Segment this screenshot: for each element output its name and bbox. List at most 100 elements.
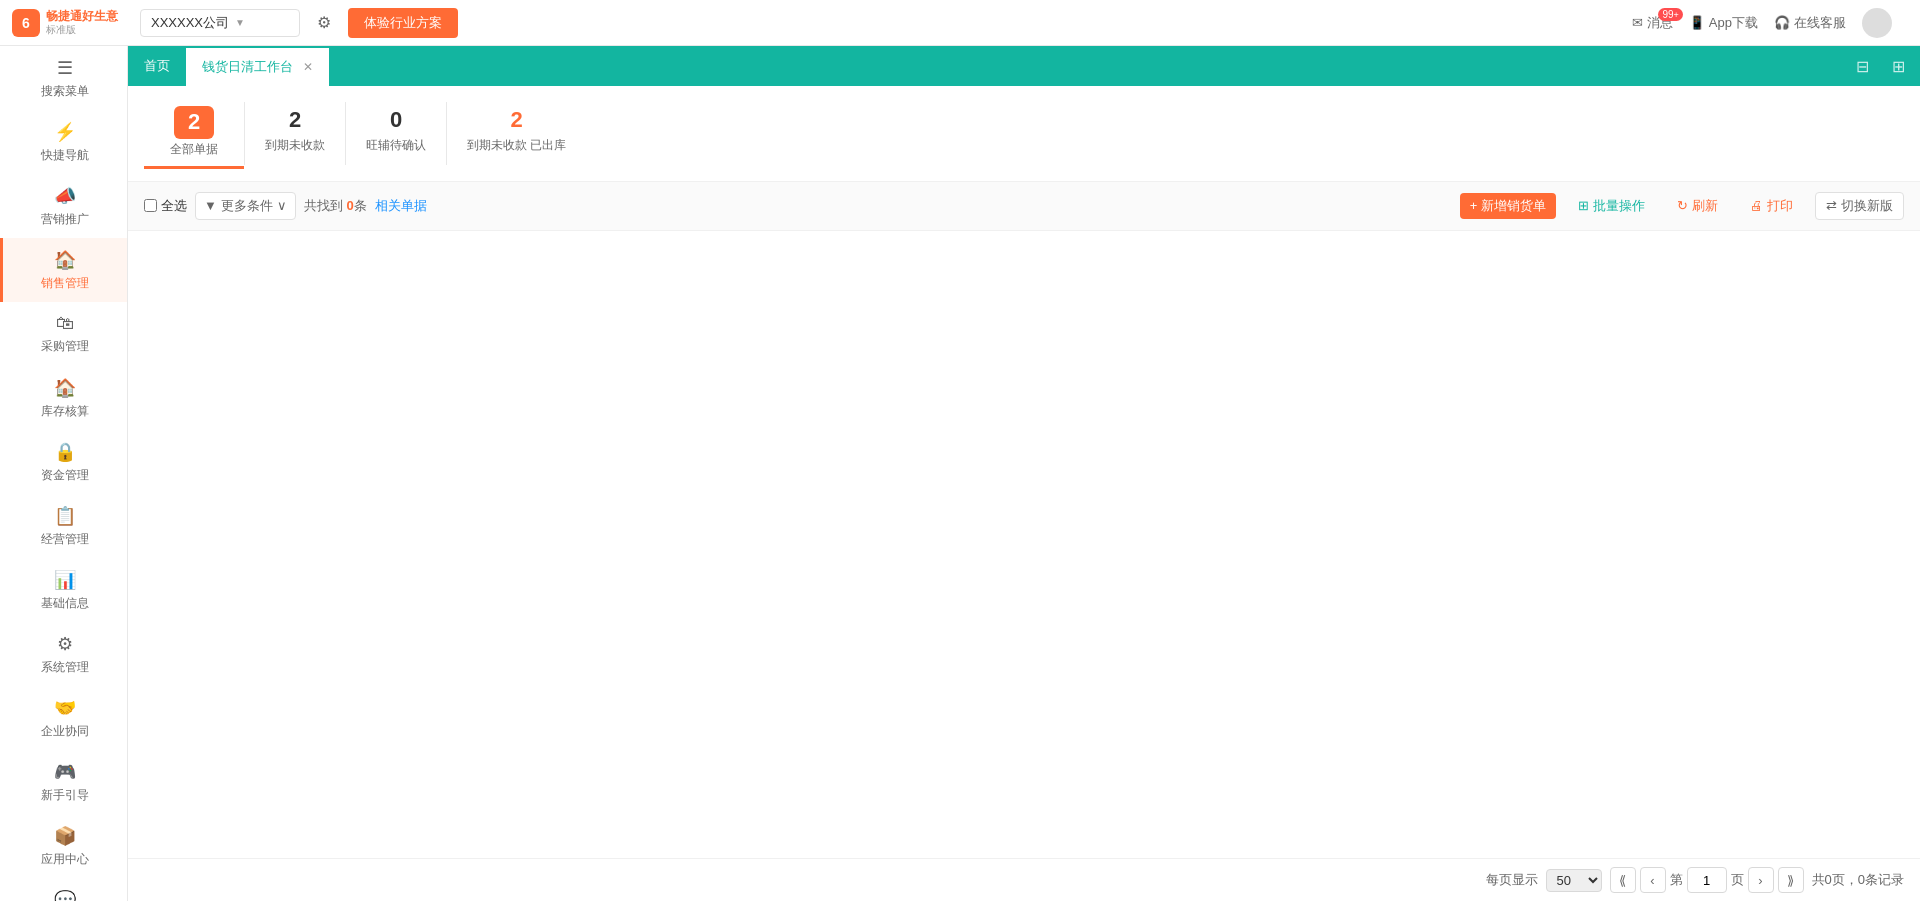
sidebar-item-search-menu[interactable]: ☰ 搜索菜单 <box>0 46 127 110</box>
batch-operation-button[interactable]: ⊞ 批量操作 <box>1568 193 1655 219</box>
sidebar-item-basic-info[interactable]: 📊 基础信息 <box>0 558 127 622</box>
tab-maximize-button[interactable]: ⊞ <box>1884 52 1912 80</box>
search-menu-icon: ☰ <box>57 57 73 79</box>
sidebar-item-sales[interactable]: 🏠 销售管理 <box>0 238 127 302</box>
found-num: 0 <box>347 198 354 213</box>
company-name: XXXXXX公司 <box>151 14 229 32</box>
page-input[interactable] <box>1687 867 1727 893</box>
sidebar-item-quick-nav[interactable]: ⚡ 快捷导航 <box>0 110 127 174</box>
sidebar-item-cooperation[interactable]: 🤝 企业协同 <box>0 686 127 750</box>
stat-num-wangfu: 0 <box>390 106 402 135</box>
last-page-button[interactable]: ⟫ <box>1778 867 1804 893</box>
related-orders-link[interactable]: 相关单据 <box>375 197 427 215</box>
stat-tab-wangfu[interactable]: 0 旺辅待确认 <box>346 98 446 169</box>
total-info: 共0页，0条记录 <box>1812 871 1904 889</box>
tab-bar-controls: ⊟ ⊞ <box>1848 52 1920 80</box>
cooperation-icon: 🤝 <box>54 697 76 719</box>
per-page-label: 每页显示 <box>1486 871 1538 889</box>
app-logo-icon: 6 <box>12 9 40 37</box>
sidebar-item-guide[interactable]: 🎮 新手引导 <box>0 750 127 814</box>
prev-page-button[interactable]: ‹ <box>1640 867 1666 893</box>
stat-num-overdue: 2 <box>289 106 301 135</box>
logo-main-text: 畅捷通好生意 <box>46 9 118 23</box>
sidebar-label-purchase: 采购管理 <box>41 338 89 355</box>
sidebar-label-operations: 经营管理 <box>41 531 89 548</box>
tab-close-icon[interactable]: ✕ <box>303 60 313 74</box>
next-page-button[interactable]: › <box>1748 867 1774 893</box>
stat-tab-all[interactable]: 2 全部单据 <box>144 98 244 169</box>
finance-icon: 🔒 <box>54 441 76 463</box>
stats-tabs: 2 全部单据 2 到期未收款 0 旺辅待确认 2 到期未收款 已出库 <box>128 86 1920 182</box>
sidebar-item-purchase[interactable]: 🛍 采购管理 <box>0 302 127 366</box>
marketing-icon: 📣 <box>54 185 76 207</box>
batch-label: 批量操作 <box>1593 197 1645 215</box>
sidebar-label-finance: 资金管理 <box>41 467 89 484</box>
stat-num-all: 2 <box>174 106 214 139</box>
app-download-label: App下载 <box>1709 14 1758 32</box>
messages-button[interactable]: ✉ 消息 99+ <box>1632 14 1673 32</box>
footer: 每页显示 10 20 50 100 ⟪ ‹ 第 页 › ⟫ 共0页，0条记录 <box>128 858 1920 901</box>
tab-home[interactable]: 首页 <box>128 46 186 86</box>
select-all-input[interactable] <box>144 199 157 212</box>
settings-button[interactable]: ⚙ <box>308 7 340 39</box>
stat-label-all: 全部单据 <box>170 141 218 158</box>
experience-button[interactable]: 体验行业方案 <box>348 8 458 38</box>
per-page-select[interactable]: 10 20 50 100 <box>1546 869 1602 892</box>
tab-qianhuowork[interactable]: 钱货日清工作台 ✕ <box>186 46 329 86</box>
found-text: 共找到 0条 <box>304 197 367 215</box>
sidebar-label-system: 系统管理 <box>41 659 89 676</box>
stat-label-overdue: 到期未收款 <box>265 137 325 154</box>
sidebar-item-wechat[interactable]: 💬 企业微信 <box>0 878 127 901</box>
system-icon: ⚙ <box>57 633 73 655</box>
sidebar-label-app-center: 应用中心 <box>41 851 89 868</box>
purchase-icon: 🛍 <box>56 313 74 334</box>
app-center-icon: 📦 <box>54 825 76 847</box>
tab-bar: 首页 钱货日清工作台 ✕ ⊟ ⊞ <box>128 46 1920 86</box>
header-right: ✉ 消息 99+ 📱 App下载 🎧 在线客服 <box>1632 8 1908 38</box>
sidebar-item-inventory[interactable]: 🏠 库存核算 <box>0 366 127 430</box>
select-all-label: 全选 <box>161 197 187 215</box>
online-service-button[interactable]: 🎧 在线客服 <box>1774 14 1846 32</box>
avatar[interactable] <box>1862 8 1892 38</box>
print-label: 打印 <box>1767 197 1793 215</box>
wechat-icon: 💬 <box>54 889 76 902</box>
table-area <box>128 231 1920 858</box>
add-order-button[interactable]: + 新增销货单 <box>1460 193 1556 219</box>
message-icon: ✉ <box>1632 15 1643 30</box>
sidebar: ☰ 搜索菜单 ⚡ 快捷导航 📣 营销推广 🏠 销售管理 🛍 采购管理 🏠 库存核… <box>0 46 128 901</box>
tab-minimize-button[interactable]: ⊟ <box>1848 52 1876 80</box>
tab-qianhuowork-label: 钱货日清工作台 <box>202 58 293 76</box>
sidebar-item-system[interactable]: ⚙ 系统管理 <box>0 622 127 686</box>
sidebar-item-marketing[interactable]: 📣 营销推广 <box>0 174 127 238</box>
refresh-button[interactable]: ↻ 刷新 <box>1667 193 1728 219</box>
gear-icon: ⚙ <box>317 13 331 32</box>
sidebar-label-basic-info: 基础信息 <box>41 595 89 612</box>
sidebar-label-search-menu: 搜索菜单 <box>41 83 89 100</box>
chevron-down-icon: ▼ <box>235 17 245 28</box>
logo-sub-text: 标准版 <box>46 24 118 36</box>
sidebar-item-operations[interactable]: 📋 经营管理 <box>0 494 127 558</box>
stat-tab-shipped[interactable]: 2 到期未收款 已出库 <box>447 98 586 169</box>
filter-icon: ▼ <box>204 198 217 213</box>
app-download-button[interactable]: 📱 App下载 <box>1689 14 1758 32</box>
first-page-button[interactable]: ⟪ <box>1610 867 1636 893</box>
stat-tab-overdue[interactable]: 2 到期未收款 <box>245 98 345 169</box>
select-all-checkbox[interactable]: 全选 <box>144 197 187 215</box>
sidebar-label-cooperation: 企业协同 <box>41 723 89 740</box>
print-button[interactable]: 🖨 打印 <box>1740 193 1803 219</box>
switch-version-button[interactable]: ⇄ 切换新版 <box>1815 192 1904 220</box>
company-selector[interactable]: XXXXXX公司 ▼ <box>140 9 300 37</box>
stat-label-shipped: 到期未收款 已出库 <box>467 137 566 154</box>
top-header: 6 畅捷通好生意 标准版 XXXXXX公司 ▼ ⚙ 体验行业方案 ✉ 消息 99… <box>0 0 1920 46</box>
operations-icon: 📋 <box>54 505 76 527</box>
tab-home-label: 首页 <box>144 57 170 75</box>
sidebar-label-quick-nav: 快捷导航 <box>41 147 89 164</box>
messages-badge: 99+ <box>1658 8 1682 21</box>
sidebar-item-app-center[interactable]: 📦 应用中心 <box>0 814 127 878</box>
sidebar-item-finance[interactable]: 🔒 资金管理 <box>0 430 127 494</box>
inventory-icon: 🏠 <box>54 377 76 399</box>
quick-nav-icon: ⚡ <box>54 121 76 143</box>
toolbar: 全选 ▼ 更多条件 ∨ 共找到 0条 相关单据 + 新增销货单 ⊞ 批量操作 <box>128 182 1920 231</box>
sales-icon: 🏠 <box>54 249 76 271</box>
filter-button[interactable]: ▼ 更多条件 ∨ <box>195 192 296 220</box>
